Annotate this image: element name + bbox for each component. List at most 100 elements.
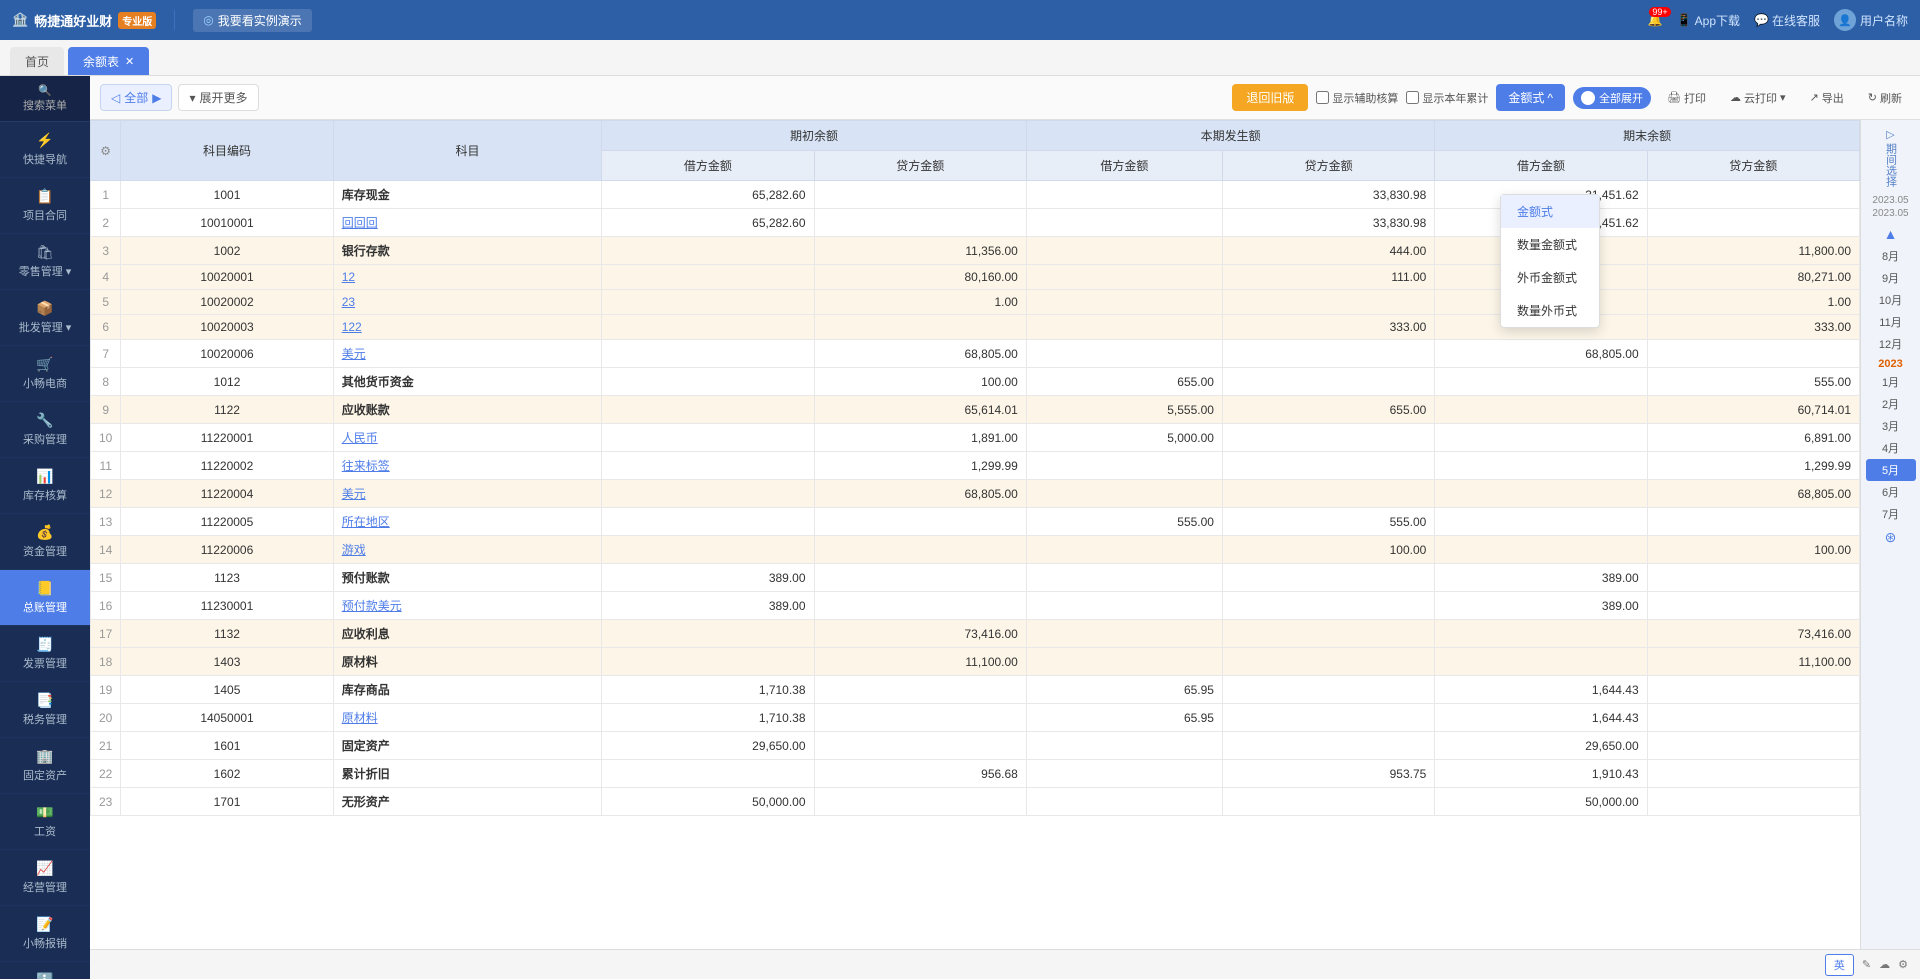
notification-btn[interactable]: 🔔 99+ xyxy=(1648,13,1663,27)
cell-rownum: 2 xyxy=(91,209,121,237)
cell-name[interactable]: 人民币 xyxy=(333,424,602,452)
bottom-settings-icon[interactable]: ⚙ xyxy=(1898,958,1908,971)
bottom-cloud-icon[interactable]: ☁ xyxy=(1879,958,1890,971)
period-month-11[interactable]: 11月 xyxy=(1866,311,1916,333)
show-ytd-checkbox[interactable] xyxy=(1406,91,1419,104)
sidebar-item-basic-info[interactable]: ℹ️ 基础信息 xyxy=(0,962,90,979)
wholesale-icon: 📦 xyxy=(4,300,86,317)
period-month-6[interactable]: 6月 xyxy=(1866,481,1916,503)
expand-more-btn[interactable]: ▾ 展开更多 xyxy=(178,84,258,111)
cell-code: 11220005 xyxy=(121,508,333,536)
period-month-3[interactable]: 3月 xyxy=(1866,415,1916,437)
sidebar-item-sales-report[interactable]: 📝 小畅报销 xyxy=(0,906,90,962)
period-month-1[interactable]: 1月 xyxy=(1866,371,1916,393)
app-logo: 🏦 畅捷通好业财 专业版 xyxy=(12,11,156,30)
sidebar-item-operations[interactable]: 📈 经营管理 xyxy=(0,850,90,906)
period-down-arrow[interactable]: ⊛ xyxy=(1885,529,1897,546)
sidebar-item-tax[interactable]: 📑 税务管理 xyxy=(0,682,90,738)
show-auxiliary-label[interactable]: 显示辅助核算 xyxy=(1316,90,1398,106)
back-to-old-btn[interactable]: 退回旧版 xyxy=(1232,84,1308,111)
show-auxiliary-checkbox[interactable] xyxy=(1316,91,1329,104)
period-month-9[interactable]: 9月 xyxy=(1866,267,1916,289)
breadcrumb-btn[interactable]: ◁ 全部 ▶ xyxy=(100,84,172,111)
period-month-7[interactable]: 7月 xyxy=(1866,503,1916,525)
sales-report-icon: 📝 xyxy=(4,916,86,933)
cell-opening-credit: 80,160.00 xyxy=(814,265,1026,290)
cell-name[interactable]: 往来标签 xyxy=(333,452,602,480)
cell-closing-debit xyxy=(1435,536,1647,564)
cell-current-debit xyxy=(1026,480,1222,508)
demo-link[interactable]: ◎ 我要看实例演示 xyxy=(193,9,312,32)
cell-opening-credit: 68,805.00 xyxy=(814,340,1026,368)
cell-name[interactable]: 美元 xyxy=(333,340,602,368)
cell-closing-credit xyxy=(1647,760,1859,788)
cell-name[interactable]: 122 xyxy=(333,315,602,340)
period-month-4[interactable]: 4月 xyxy=(1866,437,1916,459)
table-row: 20 14050001 原材料 1,710.38 65.95 1,644.43 xyxy=(91,704,1860,732)
lang-btn[interactable]: 英 xyxy=(1825,954,1854,976)
sidebar-item-quick-nav[interactable]: ⚡ 快捷导航 xyxy=(0,122,90,178)
toolbar-left: ◁ 全部 ▶ ▾ 展开更多 xyxy=(100,84,259,111)
cell-name[interactable]: 美元 xyxy=(333,480,602,508)
sidebar-search[interactable]: 🔍 搜索菜单 xyxy=(0,76,90,122)
sidebar-item-salary[interactable]: 💵 工资 xyxy=(0,794,90,850)
export-btn[interactable]: ↗ 导出 xyxy=(1802,86,1852,110)
cell-closing-debit xyxy=(1435,480,1647,508)
sidebar-item-invoice[interactable]: 🧾 发票管理 xyxy=(0,626,90,682)
sidebar-item-ledger[interactable]: 📒 总账管理 xyxy=(0,570,90,626)
period-month-8[interactable]: 8月 xyxy=(1866,245,1916,267)
table-row: 22 1602 累计折旧 956.68 953.75 1,910.43 xyxy=(91,760,1860,788)
sidebar-item-retail[interactable]: 🛍 零售管理 ▾ xyxy=(0,234,90,290)
sidebar-item-project[interactable]: 📋 项目合同 xyxy=(0,178,90,234)
cell-name[interactable]: 23 xyxy=(333,290,602,315)
expand-all-toggle[interactable]: 全部展开 xyxy=(1573,87,1651,109)
cell-current-debit xyxy=(1026,760,1222,788)
cell-current-credit: 333.00 xyxy=(1222,315,1434,340)
cell-opening-credit xyxy=(814,788,1026,816)
tab-balance[interactable]: 余额表 ✕ xyxy=(68,47,149,75)
dropdown-item-quantity-amount[interactable]: 数量金额式 xyxy=(1501,228,1599,261)
amount-mode-btn[interactable]: 金额式 ^ xyxy=(1496,84,1565,111)
app-download-btn[interactable]: 📱 App下载 xyxy=(1677,12,1740,29)
year-label-prev: 2023.05 xyxy=(1872,195,1908,206)
sidebar-item-ecommerce[interactable]: 🛒 小畅电商 xyxy=(0,346,90,402)
period-up-arrow[interactable]: ▲ xyxy=(1884,226,1898,242)
sales-report-label: 小畅报销 xyxy=(23,938,67,950)
cell-code: 10020006 xyxy=(121,340,333,368)
table-row: 15 1123 预付账款 389.00 389.00 xyxy=(91,564,1860,592)
period-month-10[interactable]: 10月 xyxy=(1866,289,1916,311)
cell-current-credit xyxy=(1222,704,1434,732)
show-ytd-label[interactable]: 显示本年累计 xyxy=(1406,90,1488,106)
dropdown-item-quantity-foreign[interactable]: 数量外币式 xyxy=(1501,294,1599,327)
user-avatar[interactable]: 👤 用户名称 xyxy=(1834,9,1908,31)
tab-home[interactable]: 首页 xyxy=(10,47,64,75)
cloud-print-btn[interactable]: ☁ 云打印 ▾ xyxy=(1722,86,1794,110)
cell-name[interactable]: 游戏 xyxy=(333,536,602,564)
refresh-btn[interactable]: ↻ 刷新 xyxy=(1860,86,1910,110)
sidebar-item-fixed-assets[interactable]: 🏢 固定资产 xyxy=(0,738,90,794)
cell-closing-credit: 73,416.00 xyxy=(1647,620,1859,648)
bottom-edit-icon[interactable]: ✎ xyxy=(1862,958,1871,971)
table-settings-icon[interactable]: ⚙ xyxy=(100,144,111,158)
sidebar-item-wholesale[interactable]: 📦 批发管理 ▾ xyxy=(0,290,90,346)
cell-name[interactable]: 原材料 xyxy=(333,704,602,732)
dropdown-item-amount[interactable]: 金额式 xyxy=(1501,195,1599,228)
cell-name[interactable]: 12 xyxy=(333,265,602,290)
tab-balance-close[interactable]: ✕ xyxy=(125,55,134,68)
print-btn[interactable]: 🖨 打印 xyxy=(1659,86,1714,110)
online-support-btn[interactable]: 💬 在线客服 xyxy=(1754,12,1820,29)
dropdown-item-foreign-amount[interactable]: 外币金额式 xyxy=(1501,261,1599,294)
export-icon: ↗ xyxy=(1810,91,1819,104)
sidebar-item-purchase[interactable]: 🔧 采购管理 xyxy=(0,402,90,458)
cell-name[interactable]: 预付款美元 xyxy=(333,592,602,620)
period-selector-header[interactable]: ▷ 期间选择 xyxy=(1883,128,1899,187)
salary-label: 工资 xyxy=(34,826,56,838)
cell-name[interactable]: 所在地区 xyxy=(333,508,602,536)
period-month-5[interactable]: 5月 xyxy=(1866,459,1916,481)
cell-name[interactable]: 回回回 xyxy=(333,209,602,237)
sidebar-item-finance[interactable]: 💰 资金管理 xyxy=(0,514,90,570)
tax-label: 税务管理 xyxy=(23,714,67,726)
period-month-12[interactable]: 12月 xyxy=(1866,333,1916,355)
period-month-2[interactable]: 2月 xyxy=(1866,393,1916,415)
sidebar-item-inventory[interactable]: 📊 库存核算 xyxy=(0,458,90,514)
